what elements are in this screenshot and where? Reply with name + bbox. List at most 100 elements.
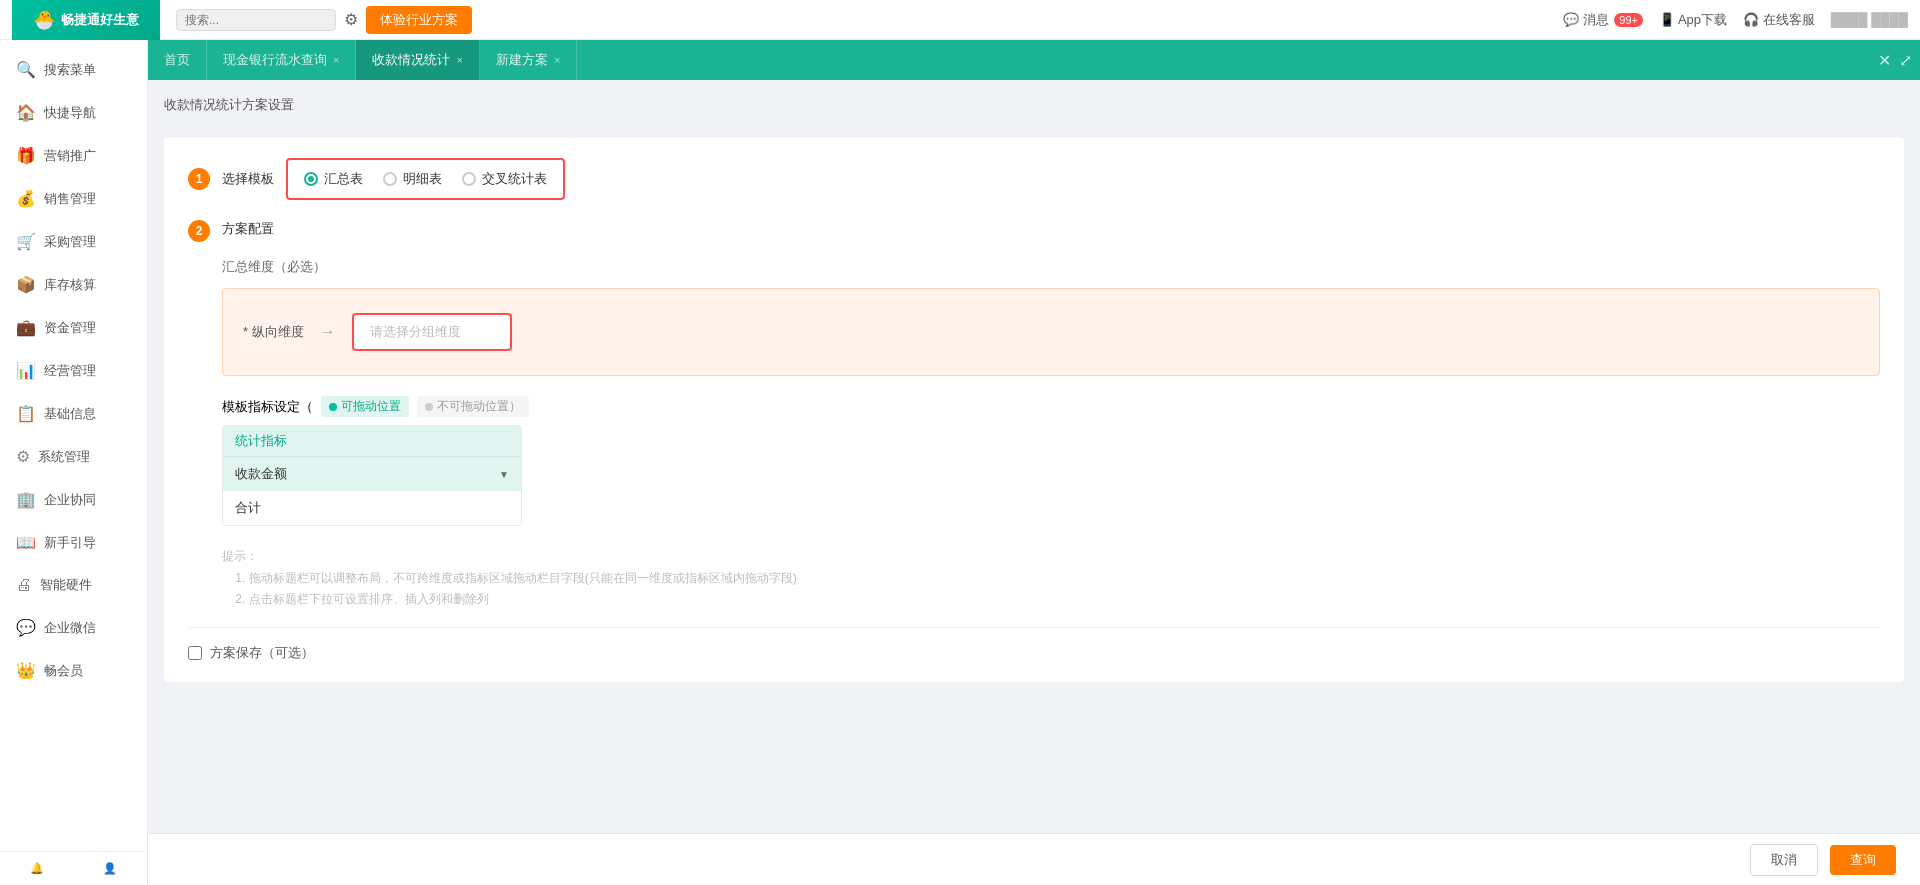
tab-new-plan-close[interactable]: × (554, 54, 560, 66)
header-left: 🐣 畅捷通好生意 ⚙ 体验行业方案 (12, 0, 472, 40)
sidebar-bottom-icon2[interactable]: 👤 (103, 862, 117, 875)
metrics-table-data-row: 合计 (223, 491, 521, 525)
logo-text: 畅捷通好生意 (61, 11, 139, 29)
app-download-link[interactable]: 📱 App下载 (1659, 11, 1727, 29)
radio-detail[interactable]: 明细表 (383, 170, 442, 188)
sidebar-item-search-menu[interactable]: 🔍 搜索菜单 (0, 48, 147, 91)
tab-bank-flow[interactable]: 现金银行流水查询 × (207, 40, 356, 80)
save-option-label: 方案保存（可选） (210, 644, 314, 662)
trial-button[interactable]: 体验行业方案 (366, 6, 472, 34)
sidebar-item-operations[interactable]: 📊 经营管理 (0, 349, 147, 392)
dimension-title-text: 汇总维度（必选） (222, 259, 326, 274)
step1-row: 1 选择模板 汇总表 明细表 (188, 158, 1880, 200)
movable-label: 可拖动位置 (341, 398, 401, 415)
save-checkbox[interactable] (188, 646, 202, 660)
online-service-link[interactable]: 🎧 在线客服 (1743, 11, 1815, 29)
sidebar-item-capital[interactable]: 💼 资金管理 (0, 306, 147, 349)
metrics-section: 模板指标设定（ 可拖动位置 不可拖动位置） (222, 396, 1880, 526)
inventory-icon: 📦 (16, 275, 36, 294)
metrics-col-header-amount[interactable]: 收款金额 ▼ (223, 457, 521, 491)
vertical-label: * 纵向维度 (243, 323, 304, 341)
sidebar-item-label: 资金管理 (44, 319, 96, 337)
tab-home[interactable]: 首页 (148, 40, 207, 80)
metrics-table-header: 统计指标 (223, 426, 521, 457)
tab-collection-stat-close[interactable]: × (456, 54, 462, 66)
radio-summary-dot (308, 176, 314, 182)
radio-summary-label: 汇总表 (324, 170, 363, 188)
sidebar-item-label: 采购管理 (44, 233, 96, 251)
query-button[interactable]: 查询 (1830, 845, 1896, 875)
sidebar-item-guide[interactable]: 📖 新手引导 (0, 521, 147, 564)
gear-button[interactable]: ⚙ (344, 10, 358, 29)
wechat-icon: 💬 (16, 618, 36, 637)
dimension-section-title: 汇总维度（必选） (222, 258, 1880, 276)
sidebar-item-label: 畅会员 (44, 662, 83, 680)
step1-label: 选择模板 (222, 170, 274, 188)
tab-close-all-button[interactable]: ✕ (1878, 51, 1891, 70)
logo-icon: 🐣 (33, 9, 55, 31)
sidebar-item-inventory[interactable]: 📦 库存核算 (0, 263, 147, 306)
sidebar-item-label: 库存核算 (44, 276, 96, 294)
tab-new-plan[interactable]: 新建方案 × (480, 40, 577, 80)
quick-nav-icon: 🏠 (16, 103, 36, 122)
sidebar-item-label: 销售管理 (44, 190, 96, 208)
tab-new-plan-label: 新建方案 (496, 51, 548, 69)
sidebar-bottom-icon1[interactable]: 🔔 (30, 862, 44, 875)
radio-summary[interactable]: 汇总表 (304, 170, 363, 188)
hints-section: 提示： 1. 拖动标题栏可以调整布局，不可跨维度或指标区域拖动栏目字段(只能在同… (222, 546, 1880, 611)
sidebar-item-label: 经营管理 (44, 362, 96, 380)
bottom-icon2: 👤 (103, 862, 117, 875)
radio-cross[interactable]: 交叉统计表 (462, 170, 547, 188)
radio-cross-label: 交叉统计表 (482, 170, 547, 188)
sidebar-item-member[interactable]: 👑 畅会员 (0, 649, 147, 692)
cancel-button[interactable]: 取消 (1750, 844, 1818, 876)
dimension-selector[interactable]: 请选择分组维度 (352, 313, 512, 351)
sidebar-item-wechat[interactable]: 💬 企业微信 (0, 606, 147, 649)
tab-collection-stat-label: 收款情况统计 (372, 51, 450, 69)
bottom-icon1: 🔔 (30, 862, 44, 875)
save-option: 方案保存（可选） (188, 644, 1880, 662)
top-header: 🐣 畅捷通好生意 ⚙ 体验行业方案 💬 消息 99+ 📱 App下载 🎧 在线客… (0, 0, 1920, 40)
dimension-area: * 纵向维度 → 请选择分组维度 (222, 288, 1880, 376)
tab-home-label: 首页 (164, 51, 190, 69)
notification-area[interactable]: 💬 消息 99+ (1563, 11, 1643, 29)
metrics-table: 统计指标 收款金额 ▼ 合计 (222, 425, 522, 526)
sidebar-item-system[interactable]: ⚙ 系统管理 (0, 435, 147, 478)
sidebar-item-label: 营销推广 (44, 147, 96, 165)
header-right: 💬 消息 99+ 📱 App下载 🎧 在线客服 ████ ████ (1563, 11, 1908, 29)
hint-2: 2. 点击标题栏下拉可设置排序、插入列和删除列 (222, 589, 1880, 611)
template-selection: 汇总表 明细表 交叉统计表 (286, 158, 565, 200)
guide-icon: 📖 (16, 533, 36, 552)
hint-1: 1. 拖动标题栏可以调整布局，不可跨维度或指标区域拖动栏目字段(只能在同一维度或… (222, 568, 1880, 590)
user-info: ████ ████ (1831, 12, 1908, 27)
metrics-section-label: 模板指标设定（ (222, 398, 313, 416)
step2-label: 方案配置 (222, 220, 274, 238)
sidebar-item-purchase[interactable]: 🛒 采购管理 (0, 220, 147, 263)
search-input[interactable] (176, 9, 336, 31)
radio-detail-label: 明细表 (403, 170, 442, 188)
sidebar-item-label: 新手引导 (44, 534, 96, 552)
content-area: 收款情况统计方案设置 1 选择模板 汇总表 (148, 80, 1920, 833)
sidebar-item-basic-info[interactable]: 📋 基础信息 (0, 392, 147, 435)
member-icon: 👑 (16, 661, 36, 680)
tab-bank-flow-label: 现金银行流水查询 (223, 51, 327, 69)
sidebar-item-hardware[interactable]: 🖨 智能硬件 (0, 564, 147, 606)
tab-maximize-button[interactable]: ⤢ (1899, 51, 1912, 70)
sidebar-item-label: 系统管理 (38, 448, 90, 466)
metrics-table-header-row: 收款金额 ▼ (223, 457, 521, 491)
sidebar-item-sales[interactable]: 💰 销售管理 (0, 177, 147, 220)
arrow-icon: → (320, 323, 336, 341)
sidebar-item-quick-nav[interactable]: 🏠 快捷导航 (0, 91, 147, 134)
page-title: 收款情况统计方案设置 (164, 96, 1904, 122)
sidebar-bottom: 🔔 👤 (0, 851, 147, 885)
metrics-col-total: 合计 (223, 491, 521, 525)
sidebar-item-marketing[interactable]: 🎁 营销推广 (0, 134, 147, 177)
hardware-icon: 🖨 (16, 576, 32, 594)
tab-bank-flow-close[interactable]: × (333, 54, 339, 66)
tab-collection-stat[interactable]: 收款情况统计 × (356, 40, 479, 80)
sidebar-item-enterprise[interactable]: 🏢 企业协同 (0, 478, 147, 521)
main-content: 首页 现金银行流水查询 × 收款情况统计 × 新建方案 × ✕ ⤢ 收款情况统计… (148, 40, 1920, 885)
sidebar-item-label: 快捷导航 (44, 104, 96, 122)
non-movable-dot (425, 403, 433, 411)
sidebar-item-label: 基础信息 (44, 405, 96, 423)
